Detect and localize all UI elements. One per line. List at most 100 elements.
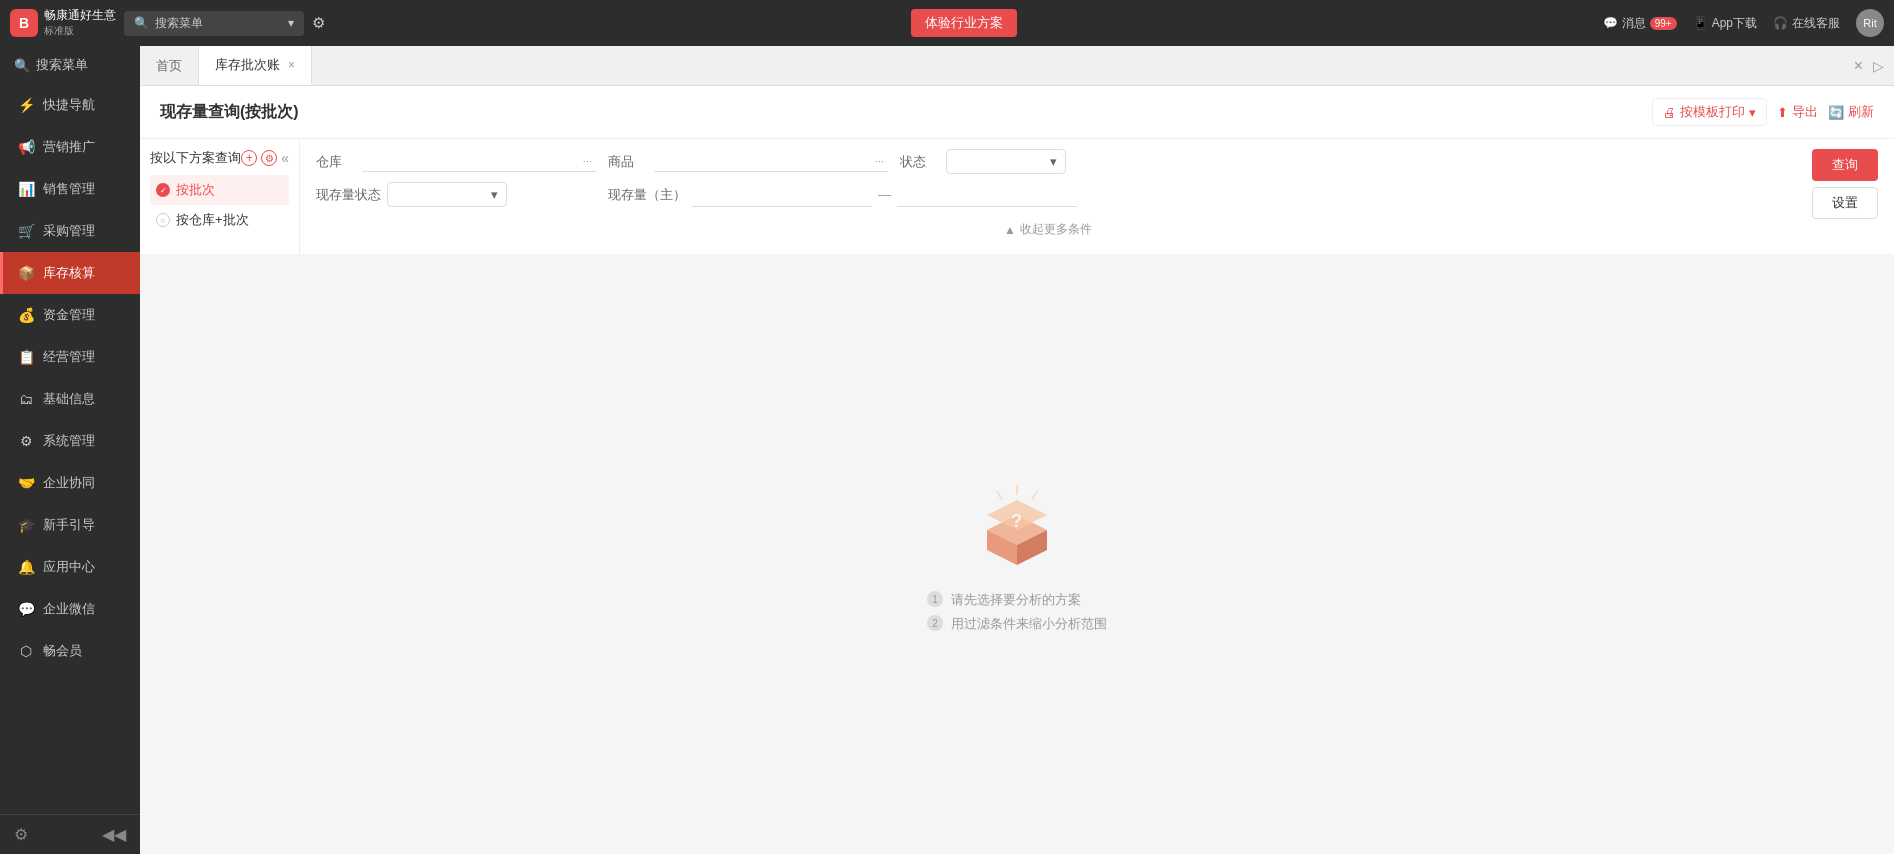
sidebar-item-wechat[interactable]: 💬 企业微信 <box>0 588 140 630</box>
product-field: 商品 ··· <box>608 152 888 172</box>
template-print-button[interactable]: 🖨 按模板打印 ▾ <box>1652 98 1767 126</box>
settings-icon[interactable]: ⚙ <box>14 825 28 844</box>
top-bar-right: 💬 消息 99+ 📱 App下载 🎧 在线客服 Rit <box>1603 9 1884 37</box>
main-layout: 🔍 搜索菜单 ⚡ 快捷导航 📢 营销推广 📊 销售管理 🛒 采购管理 📦 库存核… <box>0 46 1894 854</box>
page-actions: 🖨 按模板打印 ▾ ⬆ 导出 🔄 刷新 <box>1652 98 1874 126</box>
sidebar: 🔍 搜索菜单 ⚡ 快捷导航 📢 营销推广 📊 销售管理 🛒 采购管理 📦 库存核… <box>0 46 140 854</box>
settings-button[interactable]: 设置 <box>1812 187 1878 219</box>
stock-amount-to-input[interactable] <box>897 183 1077 207</box>
sidebar-item-sales[interactable]: 📊 销售管理 <box>0 168 140 210</box>
sidebar-item-quick-nav[interactable]: ⚡ 快捷导航 <box>0 84 140 126</box>
empty-tips: 1 请先选择要分析的方案 2 用过滤条件来缩小分析范围 <box>927 591 1107 633</box>
scheme-collapse-button[interactable]: « <box>281 150 289 166</box>
tip-num-1: 1 <box>927 591 943 607</box>
enterprise-icon: 🤝 <box>17 474 35 492</box>
member-icon: ⬡ <box>17 642 35 660</box>
messages-item[interactable]: 💬 消息 99+ <box>1603 15 1677 32</box>
sales-icon: 📊 <box>17 180 35 198</box>
phone-icon: 📱 <box>1693 16 1708 30</box>
logo-icon: B <box>10 9 38 37</box>
gear-icon[interactable]: ⚙ <box>312 14 325 32</box>
sidebar-item-label: 企业协同 <box>43 474 95 492</box>
scheme-item-by-batch[interactable]: ✓ 按批次 <box>150 175 289 205</box>
stock-status-select[interactable]: ▾ <box>387 182 507 207</box>
tab-batch-inventory-label: 库存批次账 <box>215 56 280 74</box>
svg-line-5 <box>997 491 1002 500</box>
warehouse-input-wrapper[interactable]: ··· <box>362 152 596 172</box>
close-panel-button[interactable]: × <box>1854 57 1873 75</box>
tab-home[interactable]: 首页 <box>140 46 199 85</box>
content-area: 首页 库存批次账 × × ▷ 现存量查询(按批次) 🖨 按模板打印 ▾ <box>140 46 1894 854</box>
warehouse-input[interactable] <box>366 154 583 169</box>
top-search-placeholder: 搜索菜单 <box>155 15 203 32</box>
sidebar-item-newbie[interactable]: 🎓 新手引导 <box>0 504 140 546</box>
sidebar-search-label: 搜索菜单 <box>36 56 88 74</box>
sidebar-item-purchase[interactable]: 🛒 采购管理 <box>0 210 140 252</box>
filter-row-1: 仓库 ··· 商品 ··· 状态 <box>316 149 1780 174</box>
tab-close-button[interactable]: × <box>288 58 295 72</box>
chevron-down-icon: ▾ <box>491 187 498 202</box>
marketing-icon: 📢 <box>17 138 35 156</box>
headset-icon: 🎧 <box>1773 16 1788 30</box>
tab-batch-inventory[interactable]: 库存批次账 × <box>199 46 312 85</box>
basic-icon: 🗂 <box>17 390 35 408</box>
scheme-active-dot: ✓ <box>156 183 170 197</box>
sidebar-item-enterprise[interactable]: 🤝 企业协同 <box>0 462 140 504</box>
collapse-sidebar-button[interactable]: ◀◀ <box>102 825 126 844</box>
finance-icon: 💰 <box>17 306 35 324</box>
experience-button[interactable]: 体验行业方案 <box>911 9 1017 37</box>
refresh-button[interactable]: 🔄 刷新 <box>1828 103 1874 121</box>
flash-icon: ⚡ <box>17 96 35 114</box>
purchase-icon: 🛒 <box>17 222 35 240</box>
export-icon: ⬆ <box>1777 105 1788 120</box>
scheme-settings-button[interactable]: ⚙ <box>261 150 277 166</box>
sidebar-item-label: 系统管理 <box>43 432 95 450</box>
add-scheme-button[interactable]: + <box>241 150 257 166</box>
product-input-wrapper[interactable]: ··· <box>654 152 888 172</box>
empty-illustration: ? <box>967 475 1067 575</box>
stock-amount-from-input[interactable] <box>692 183 872 207</box>
tab-home-label: 首页 <box>156 57 182 75</box>
export-button[interactable]: ⬆ 导出 <box>1777 103 1818 121</box>
product-input[interactable] <box>658 154 875 169</box>
sidebar-item-member[interactable]: ⬡ 畅会员 <box>0 630 140 672</box>
sidebar-item-system[interactable]: ⚙ 系统管理 <box>0 420 140 462</box>
refresh-label: 刷新 <box>1848 103 1874 121</box>
online-service-label: 在线客服 <box>1792 15 1840 32</box>
product-more-button[interactable]: ··· <box>875 155 884 167</box>
wechat-icon: 💬 <box>17 600 35 618</box>
sidebar-item-finance[interactable]: 💰 资金管理 <box>0 294 140 336</box>
sidebar-item-marketing[interactable]: 📢 营销推广 <box>0 126 140 168</box>
query-button[interactable]: 查询 <box>1812 149 1878 181</box>
sidebar-item-label: 采购管理 <box>43 222 95 240</box>
scheme-header-label: 按以下方案查询 <box>150 149 241 167</box>
collapse-label: 收起更多条件 <box>1020 221 1092 238</box>
scheme-actions: + ⚙ « <box>241 150 289 166</box>
status-select[interactable]: ▾ <box>946 149 1066 174</box>
stock-amount-divider: — <box>878 187 891 202</box>
scheme-item-label: 按仓库+批次 <box>176 211 249 229</box>
sidebar-search[interactable]: 🔍 搜索菜单 <box>0 46 140 84</box>
scheme-item-by-warehouse-batch[interactable]: ○ 按仓库+批次 <box>150 205 289 235</box>
tip-text-1: 请先选择要分析的方案 <box>951 591 1081 609</box>
chevron-down-icon: ▾ <box>1050 154 1057 169</box>
sidebar-item-label: 销售管理 <box>43 180 95 198</box>
warehouse-more-button[interactable]: ··· <box>583 155 592 167</box>
user-avatar-item[interactable]: Rit <box>1856 9 1884 37</box>
sidebar-item-label: 应用中心 <box>43 558 95 576</box>
top-search-bar[interactable]: 🔍 搜索菜单 ▾ <box>124 11 304 36</box>
sidebar-item-inventory[interactable]: 📦 库存核算 <box>0 252 140 294</box>
collapse-more-button[interactable]: ▲ 收起更多条件 <box>316 215 1780 244</box>
scheme-panel: 按以下方案查询 + ⚙ « ✓ 按批次 ○ 按仓库+批次 <box>140 139 300 254</box>
sidebar-item-basic[interactable]: 🗂 基础信息 <box>0 378 140 420</box>
expand-icon[interactable]: ▷ <box>1873 58 1884 74</box>
scheme-header: 按以下方案查询 + ⚙ « <box>150 149 289 167</box>
edition-label: 标准版 <box>44 24 116 38</box>
sidebar-item-label: 新手引导 <box>43 516 95 534</box>
sidebar-item-appstore[interactable]: 🔔 应用中心 <box>0 546 140 588</box>
app-download-item[interactable]: 📱 App下载 <box>1693 15 1757 32</box>
sidebar-item-operations[interactable]: 📋 经营管理 <box>0 336 140 378</box>
online-service-item[interactable]: 🎧 在线客服 <box>1773 15 1840 32</box>
sidebar-item-label: 企业微信 <box>43 600 95 618</box>
empty-state: ? 1 请先选择要分析的方案 2 用过滤条件来缩小分析范围 <box>927 475 1107 633</box>
